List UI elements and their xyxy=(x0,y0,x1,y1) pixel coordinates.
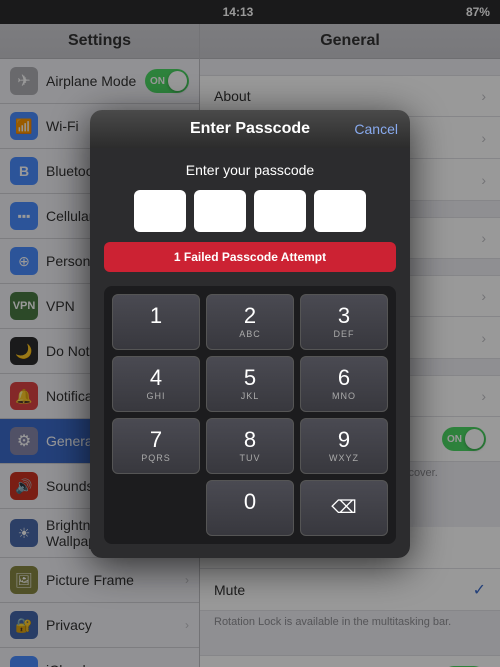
passcode-overlay: Enter Passcode Cancel Enter your passcod… xyxy=(0,0,500,667)
key-empty xyxy=(112,480,200,536)
key-6[interactable]: 6 MNO xyxy=(300,356,388,412)
key-1[interactable]: 1 xyxy=(112,294,200,350)
passcode-title: Enter Passcode xyxy=(190,120,310,138)
key-2[interactable]: 2 ABC xyxy=(206,294,294,350)
delete-icon: ⌫ xyxy=(331,497,356,518)
key-7[interactable]: 7 PQRS xyxy=(112,418,200,474)
passcode-body: Enter your passcode 1 Failed Passcode At… xyxy=(90,148,410,558)
passcode-box-2 xyxy=(194,190,246,232)
passcode-boxes xyxy=(104,190,396,232)
keypad: 1 2 ABC 3 DEF 4 GHI xyxy=(104,286,396,544)
passcode-dialog: Enter Passcode Cancel Enter your passcod… xyxy=(90,110,410,558)
passcode-cancel-button[interactable]: Cancel xyxy=(354,121,398,137)
keypad-row-4: 0 ⌫ xyxy=(112,480,388,536)
passcode-error: 1 Failed Passcode Attempt xyxy=(104,242,396,272)
key-delete[interactable]: ⌫ xyxy=(300,480,388,536)
key-5[interactable]: 5 JKL xyxy=(206,356,294,412)
keypad-row-2: 4 GHI 5 JKL 6 MNO xyxy=(112,356,388,412)
passcode-box-1 xyxy=(134,190,186,232)
key-9[interactable]: 9 WXYZ xyxy=(300,418,388,474)
passcode-prompt: Enter your passcode xyxy=(104,162,396,178)
passcode-titlebar: Enter Passcode Cancel xyxy=(90,110,410,148)
passcode-box-4 xyxy=(314,190,366,232)
passcode-error-text: 1 Failed Passcode Attempt xyxy=(174,250,326,264)
keypad-row-1: 1 2 ABC 3 DEF xyxy=(112,294,388,350)
key-0[interactable]: 0 xyxy=(206,480,294,536)
key-8[interactable]: 8 TUV xyxy=(206,418,294,474)
key-3[interactable]: 3 DEF xyxy=(300,294,388,350)
keypad-row-3: 7 PQRS 8 TUV 9 WXYZ xyxy=(112,418,388,474)
passcode-box-3 xyxy=(254,190,306,232)
key-4[interactable]: 4 GHI xyxy=(112,356,200,412)
